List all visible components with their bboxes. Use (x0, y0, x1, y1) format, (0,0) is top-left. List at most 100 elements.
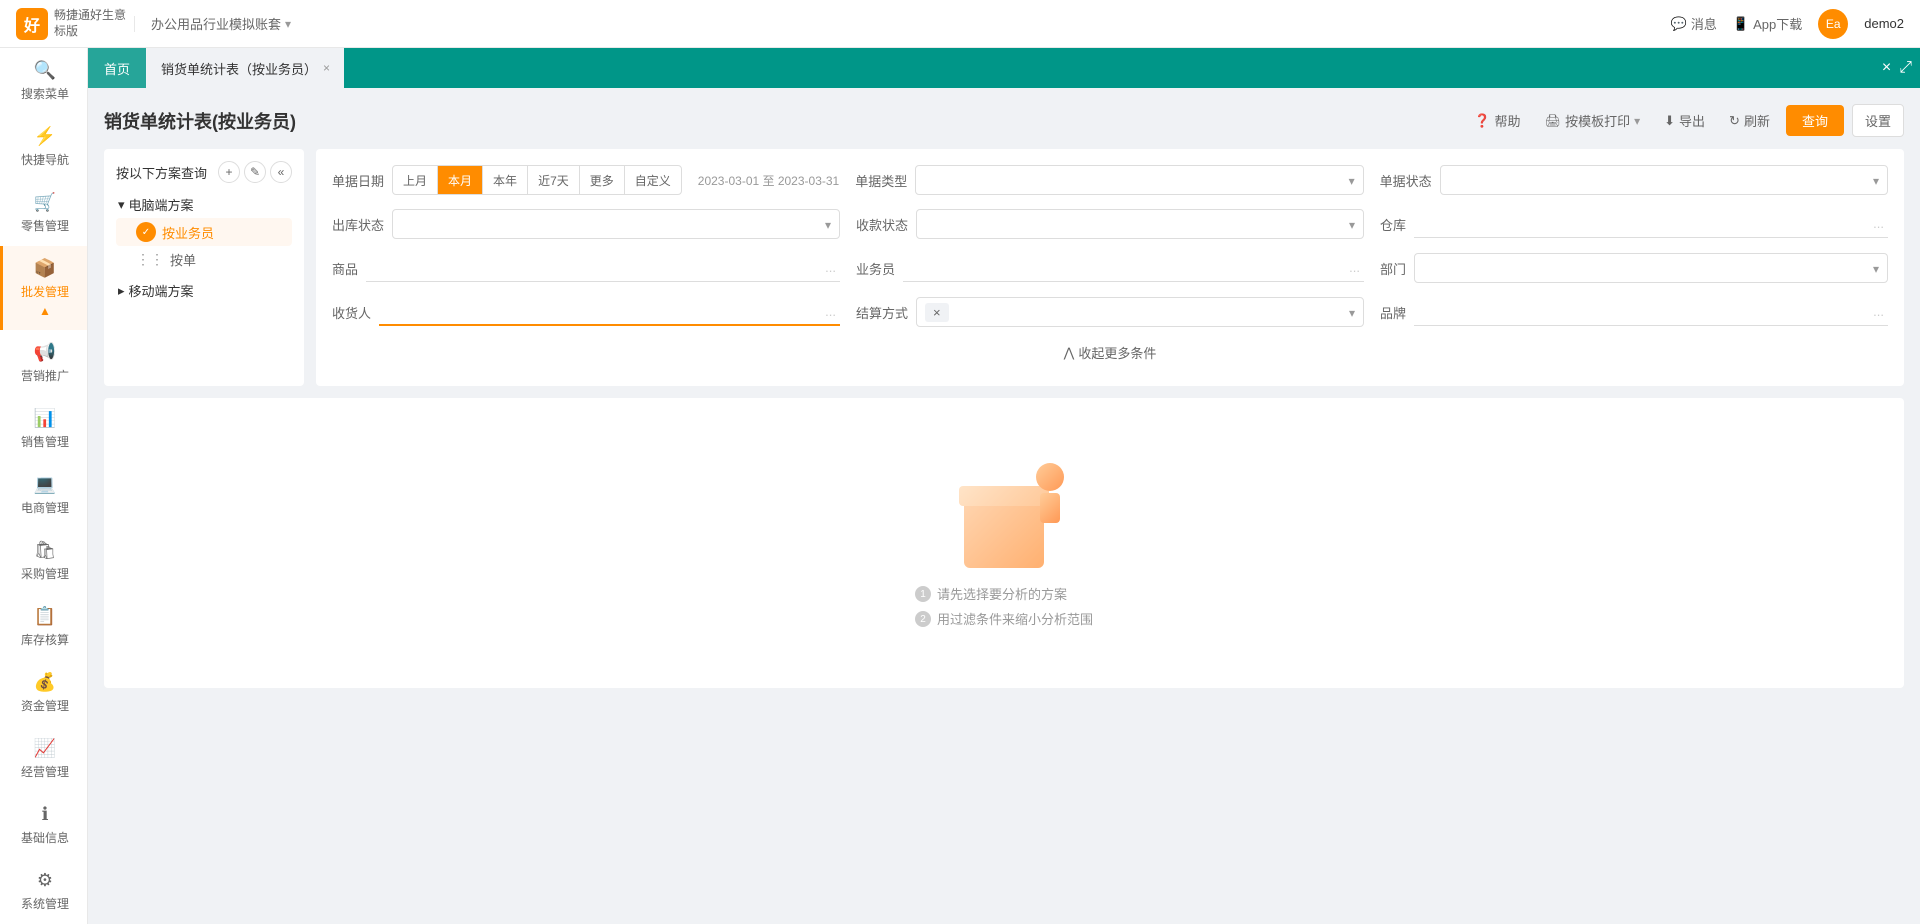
goods-input[interactable]: ... (366, 254, 840, 282)
sales-icon: 📊 (34, 408, 56, 429)
scheme-child-doc[interactable]: ⋮⋮ 按单 (116, 246, 292, 273)
settings-btn[interactable]: 设置 (1852, 104, 1904, 137)
tab-home[interactable]: 首页 (88, 48, 146, 88)
scheme-group-mobile-header[interactable]: ▸ 移动端方案 (116, 277, 292, 304)
scheme-collapse-btn[interactable]: « (270, 161, 292, 183)
wholesale-icon: 📦 (34, 258, 56, 279)
receiver-dots: ... (825, 304, 836, 319)
wholesale-expand-icon: ▲ (39, 304, 51, 318)
refresh-icon: ↻ (1729, 113, 1740, 129)
user-name[interactable]: demo2 (1864, 16, 1904, 31)
date-opt-thisyear[interactable]: 本年 (483, 166, 528, 194)
logo-icon: 好 (16, 8, 48, 40)
doc-type-select[interactable] (915, 165, 1363, 195)
purchase-icon: 🛍 (34, 540, 57, 561)
sidebar-item-system[interactable]: ⚙ 系统管理 (0, 858, 87, 924)
out-status-select[interactable] (392, 209, 840, 239)
sidebar-item-quicknav[interactable]: ⚡ 快捷导航 (0, 114, 87, 180)
collect-status-select[interactable] (916, 209, 1364, 239)
app-download-action[interactable]: 📱 App下载 (1733, 14, 1802, 33)
export-btn[interactable]: ⬇ 导出 (1656, 107, 1713, 134)
payment-chevron (1349, 305, 1355, 320)
filter-row-1: 单据日期 上月 本月 本年 近7天 更多 自定义 2023-03-01 至 20… (332, 165, 1888, 195)
scheme-group-mobile: ▸ 移动端方案 (116, 277, 292, 304)
tab-close-window-btn[interactable]: × (1882, 59, 1891, 77)
tab-maximize-btn[interactable]: ⤢ (1899, 59, 1912, 77)
filter-salesman-group: 业务员 ... (856, 254, 1364, 282)
sidebar-item-search[interactable]: 🔍 搜索菜单 (0, 48, 87, 114)
dept-chevron (1873, 261, 1879, 276)
scheme-group-pc-header[interactable]: ▾ 电脑端方案 (116, 191, 292, 218)
date-opt-7days[interactable]: 近7天 (528, 166, 580, 194)
template-print-btn[interactable]: 🖨 按模板打印 (1537, 107, 1649, 134)
date-opt-lastmonth[interactable]: 上月 (393, 166, 438, 194)
sidebar-item-wholesale[interactable]: 📦 批发管理 ▲ (0, 246, 87, 330)
page-actions: ❓ 帮助 🖨 按模板打印 ⬇ 导出 ↻ 刷新 (1466, 104, 1904, 137)
doc-status-label: 单据状态 (1380, 171, 1432, 190)
scheme-edit-btn[interactable]: ✎ (244, 161, 266, 183)
tab-close-btn[interactable]: × (323, 61, 330, 75)
sidebar-item-basic[interactable]: ℹ 基础信息 (0, 792, 87, 858)
brand-input[interactable]: ... (1414, 298, 1888, 326)
user-avatar[interactable]: Ea (1818, 9, 1848, 39)
collapse-btn[interactable]: ⋀ 收起更多条件 (1064, 343, 1157, 362)
empty-step-2: 2 用过滤条件来缩小分析范围 (915, 609, 1093, 628)
sidebar-item-finance[interactable]: 💰 资金管理 (0, 660, 87, 726)
sidebar-item-label: 经营管理 (21, 763, 69, 780)
filter-row-4: 收货人 ... 结算方式 × (332, 297, 1888, 327)
main-layout: 🔍 搜索菜单 ⚡ 快捷导航 🛒 零售管理 📦 批发管理 ▲ 📢 营销推广 📊 销… (0, 48, 1920, 924)
tab-active[interactable]: 销货单统计表（按业务员） × (146, 48, 344, 88)
mobile-group-label: 移动端方案 (129, 281, 194, 300)
sidebar-item-purchase[interactable]: 🛍 采购管理 (0, 528, 87, 594)
scheme-child-salesman[interactable]: ✓ 按业务员 (116, 218, 292, 246)
app-selector[interactable]: 办公用品行业模拟账套 (143, 10, 299, 37)
warehouse-input[interactable]: ... (1414, 210, 1888, 238)
sidebar-item-retail[interactable]: 🛒 零售管理 (0, 180, 87, 246)
scheme-child-sub-label: 按单 (170, 250, 196, 269)
sidebar-item-inventory[interactable]: 📋 库存核算 (0, 594, 87, 660)
sidebar-item-label: 基础信息 (21, 829, 69, 846)
help-btn[interactable]: ❓ 帮助 (1466, 107, 1528, 134)
refresh-btn[interactable]: ↻ 刷新 (1721, 107, 1778, 134)
date-opt-more[interactable]: 更多 (580, 166, 625, 194)
payment-tag: × (925, 303, 949, 322)
sidebar-item-ecommerce[interactable]: 💻 电商管理 (0, 462, 87, 528)
scheme-active-icon: ✓ (136, 222, 156, 242)
help-label: 帮助 (1495, 111, 1521, 130)
date-opt-thismonth[interactable]: 本月 (438, 166, 483, 194)
print-chevron (1634, 113, 1640, 128)
salesman-input[interactable]: ... (903, 254, 1364, 282)
empty-text-block: 1 请先选择要分析的方案 2 用过滤条件来缩小分析范围 (915, 584, 1093, 628)
payment-select[interactable]: × (916, 297, 1364, 327)
sidebar-item-label: 快捷导航 (21, 151, 69, 168)
ecommerce-icon: 💻 (34, 474, 56, 495)
query-btn[interactable]: 查询 (1786, 105, 1844, 136)
sidebar-item-operation[interactable]: 📈 经营管理 (0, 726, 87, 792)
retail-icon: 🛒 (34, 192, 56, 213)
marketing-icon: 📢 (34, 342, 56, 363)
scheme-panel-title: 按以下方案查询 (116, 163, 207, 182)
top-header: 好 畅捷通好生意 标版 办公用品行业模拟账套 💬 消息 📱 App下载 Ea d… (0, 0, 1920, 48)
filter-goods-group: 商品 ... (332, 254, 840, 282)
content-area: 首页 销货单统计表（按业务员） × × ⤢ 销货单统计表(按业务员) ❓ 帮助 (88, 48, 1920, 924)
dept-select[interactable] (1414, 253, 1888, 283)
scheme-add-btn[interactable]: + (218, 161, 240, 183)
filter-date-group: 单据日期 上月 本月 本年 近7天 更多 自定义 2023-03-01 至 20… (332, 165, 839, 195)
scheme-child-label: 按业务员 (162, 223, 214, 242)
message-action[interactable]: 💬 消息 (1671, 14, 1717, 33)
salesman-label: 业务员 (856, 259, 895, 278)
logo-area[interactable]: 好 畅捷通好生意 标版 (16, 8, 126, 40)
sidebar-item-sales[interactable]: 📊 销售管理 (0, 396, 87, 462)
receiver-input[interactable]: ... (379, 298, 840, 326)
sidebar-item-marketing[interactable]: 📢 营销推广 (0, 330, 87, 396)
page-title: 销货单统计表(按业务员) (104, 108, 296, 134)
filter-docstatus-group: 单据状态 (1380, 165, 1888, 195)
date-opt-custom[interactable]: 自定义 (625, 166, 681, 194)
pc-group-collapse-icon: ▾ (118, 197, 125, 213)
empty-state: 1 请先选择要分析的方案 2 用过滤条件来缩小分析范围 (104, 398, 1904, 688)
sidebar-item-label: 销售管理 (21, 433, 69, 450)
app-download-icon: 📱 (1733, 16, 1749, 32)
doc-status-select[interactable] (1440, 165, 1888, 195)
filter-panel: 单据日期 上月 本月 本年 近7天 更多 自定义 2023-03-01 至 20… (316, 149, 1904, 386)
operation-icon: 📈 (34, 738, 56, 759)
